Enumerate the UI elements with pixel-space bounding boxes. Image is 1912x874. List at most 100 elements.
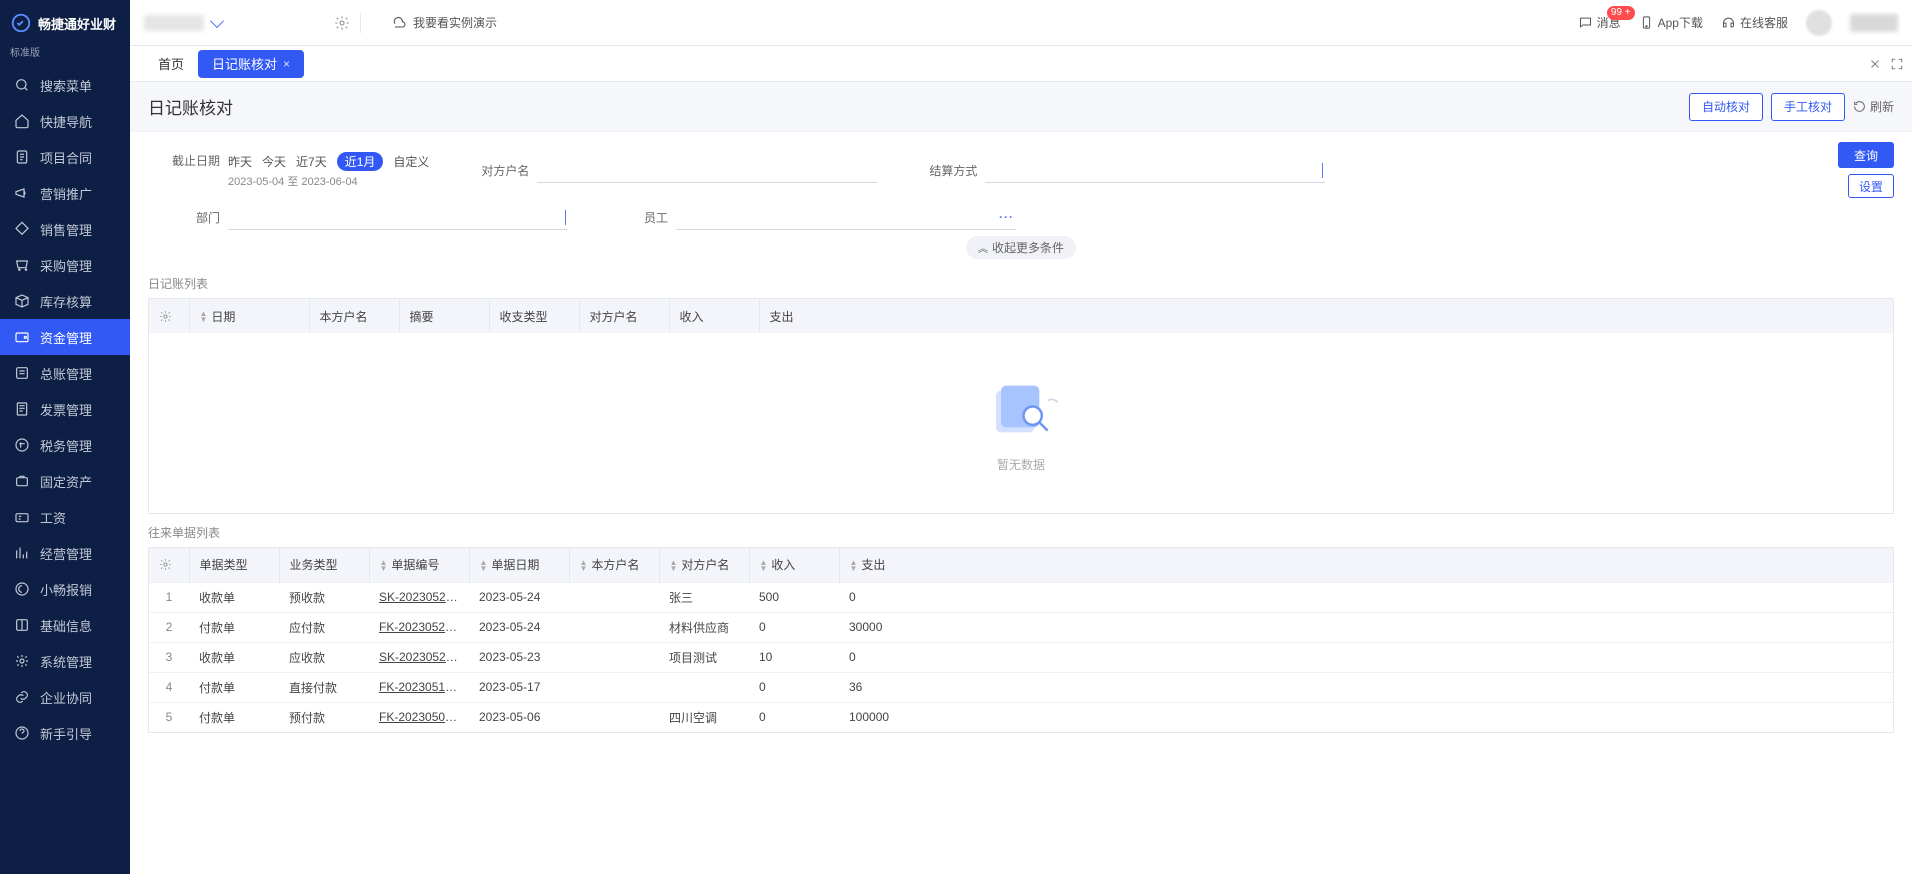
sidebar-item-11[interactable]: 固定资产 — [0, 463, 130, 499]
settle-select[interactable] — [985, 157, 1325, 183]
journal-col-income[interactable]: 收入 — [669, 299, 759, 333]
tab-home[interactable]: 首页 — [144, 50, 198, 78]
cloud-icon — [391, 15, 407, 31]
table-row[interactable]: 3收款单应收款SK-20230523-02023-05-23项目测试100 — [149, 642, 1893, 672]
dept-select[interactable] — [228, 204, 568, 230]
journal-col-gear[interactable] — [149, 299, 189, 333]
ledger-icon — [14, 365, 30, 381]
cell-doc-no[interactable]: FK-20230506-0 — [369, 702, 469, 732]
journal-col-summary[interactable]: 摘要 — [399, 299, 489, 333]
ar-col-doc-date[interactable]: 单据日期 — [469, 548, 569, 582]
page-header: 日记账核对 自动核对 手工核对 刷新 — [130, 82, 1912, 132]
demo-link[interactable]: 我要看实例演示 — [391, 14, 497, 31]
close-all-icon[interactable] — [1868, 57, 1882, 71]
org-select[interactable] — [144, 15, 324, 31]
sidebar-item-16[interactable]: 系统管理 — [0, 643, 130, 679]
quick-date-last1m[interactable]: 近1月 — [337, 152, 384, 171]
sidebar-item-7[interactable]: 资金管理 — [0, 319, 130, 355]
auto-check-button[interactable]: 自动核对 — [1689, 93, 1763, 121]
sidebar-item-8[interactable]: 总账管理 — [0, 355, 130, 391]
table-row[interactable]: 1收款单预收款SK-20230524-02023-05-24张三5000 — [149, 582, 1893, 612]
sidebar-item-label: 营销推广 — [40, 184, 92, 203]
sidebar-item-10[interactable]: 税务管理 — [0, 427, 130, 463]
fullscreen-icon[interactable] — [1890, 57, 1904, 71]
sidebar-item-label: 企业协同 — [40, 688, 92, 707]
cell-income: 0 — [749, 702, 839, 732]
ar-col-our-account[interactable]: 本方户名 — [569, 548, 659, 582]
ar-col-gear[interactable] — [149, 548, 189, 582]
ar-col-doc-type[interactable]: 单据类型 — [189, 548, 279, 582]
sidebar-item-9[interactable]: 发票管理 — [0, 391, 130, 427]
app-download-button[interactable]: App下载 — [1639, 14, 1703, 31]
gear-icon[interactable] — [334, 15, 350, 31]
ar-col-biz-type[interactable]: 业务类型 — [279, 548, 369, 582]
sidebar-item-4[interactable]: 销售管理 — [0, 211, 130, 247]
sidebar-item-18[interactable]: 新手引导 — [0, 715, 130, 751]
quick-date-last7[interactable]: 近7天 — [296, 153, 327, 170]
message-button[interactable]: 消息 99 + — [1578, 14, 1621, 31]
topbar-right: 消息 99 + App下载 在线客服 — [1578, 10, 1898, 36]
journal-col-expense[interactable]: 支出 — [759, 299, 1893, 333]
sort-icon — [480, 560, 488, 572]
cell-counterparty: 项目测试 — [659, 642, 749, 672]
sidebar-item-12[interactable]: 工资 — [0, 499, 130, 535]
sidebar-item-13[interactable]: 经营管理 — [0, 535, 130, 571]
sidebar-item-17[interactable]: 企业协同 — [0, 679, 130, 715]
sidebar-item-3[interactable]: 营销推广 — [0, 175, 130, 211]
cart-icon — [14, 257, 30, 273]
journal-col-counterparty[interactable]: 对方户名 — [579, 299, 669, 333]
cell-doc-no[interactable]: FK-20230517-0 — [369, 672, 469, 702]
cell-biz-type: 预收款 — [279, 582, 369, 612]
manual-check-button[interactable]: 手工核对 — [1771, 93, 1845, 121]
journal-col-our-account[interactable]: 本方户名 — [309, 299, 399, 333]
sidebar-item-1[interactable]: 快捷导航 — [0, 103, 130, 139]
chevron-up-icon: ︽ — [978, 240, 988, 255]
sidebar-item-label: 项目合同 — [40, 148, 92, 167]
tab-active[interactable]: 日记账核对 × — [198, 50, 304, 78]
cell-doc-no[interactable]: FK-20230524-0 — [369, 612, 469, 642]
table-row[interactable]: 2付款单应付款FK-20230524-02023-05-24材料供应商03000… — [149, 612, 1893, 642]
avatar[interactable] — [1806, 10, 1832, 36]
demo-label: 我要看实例演示 — [413, 14, 497, 31]
quick-date-today[interactable]: 今天 — [262, 153, 286, 170]
cell-doc-no[interactable]: SK-20230523-0 — [369, 642, 469, 672]
table-row[interactable]: 5付款单预付款FK-20230506-02023-05-06四川空调010000… — [149, 702, 1893, 732]
quick-date-custom[interactable]: 自定义 — [393, 153, 429, 170]
sidebar-item-15[interactable]: 基础信息 — [0, 607, 130, 643]
ar-col-expense[interactable]: 支出 — [839, 548, 1893, 582]
support-button[interactable]: 在线客服 — [1721, 14, 1788, 31]
cell-counterparty: 材料供应商 — [659, 612, 749, 642]
query-button[interactable]: 查询 — [1838, 142, 1894, 168]
sidebar-item-2[interactable]: 项目合同 — [0, 139, 130, 175]
message-badge: 99 + — [1607, 6, 1635, 20]
sidebar-item-0[interactable]: 搜索菜单 — [0, 67, 130, 103]
settings-button[interactable]: 设置 — [1848, 174, 1894, 198]
journal-col-date[interactable]: 日期 — [189, 299, 309, 333]
ar-col-doc-no[interactable]: 单据编号 — [369, 548, 469, 582]
cell-counterparty — [659, 672, 749, 702]
sidebar-item-6[interactable]: 库存核算 — [0, 283, 130, 319]
sidebar-item-5[interactable]: 采购管理 — [0, 247, 130, 283]
ar-col-counterparty[interactable]: 对方户名 — [659, 548, 749, 582]
sidebar-item-label: 发票管理 — [40, 400, 92, 419]
sidebar-item-14[interactable]: 小畅报销 — [0, 571, 130, 607]
cell-doc-type: 收款单 — [189, 582, 279, 612]
doc-icon — [14, 149, 30, 165]
counterparty-label: 对方户名 — [457, 162, 529, 179]
employee-select[interactable] — [676, 204, 1016, 230]
row-index: 4 — [149, 672, 189, 702]
refresh-button[interactable]: 刷新 — [1853, 98, 1894, 115]
collapse-filters-button[interactable]: ︽ 收起更多条件 — [966, 236, 1076, 259]
journal-col-type[interactable]: 收支类型 — [489, 299, 579, 333]
counterparty-input[interactable] — [537, 157, 877, 183]
table-row[interactable]: 4付款单直接付款FK-20230517-02023-05-17036 — [149, 672, 1893, 702]
cell-doc-no[interactable]: SK-20230524-0 — [369, 582, 469, 612]
date-range-text: 2023-05-04 至 2023-06-04 — [228, 173, 429, 189]
refresh-icon — [1853, 100, 1866, 113]
quick-date-yesterday[interactable]: 昨天 — [228, 153, 252, 170]
cell-doc-date: 2023-05-23 — [469, 642, 569, 672]
gear-icon — [14, 653, 30, 669]
sidebar-item-label: 采购管理 — [40, 256, 92, 275]
close-icon[interactable]: × — [283, 57, 290, 71]
ar-col-income[interactable]: 收入 — [749, 548, 839, 582]
